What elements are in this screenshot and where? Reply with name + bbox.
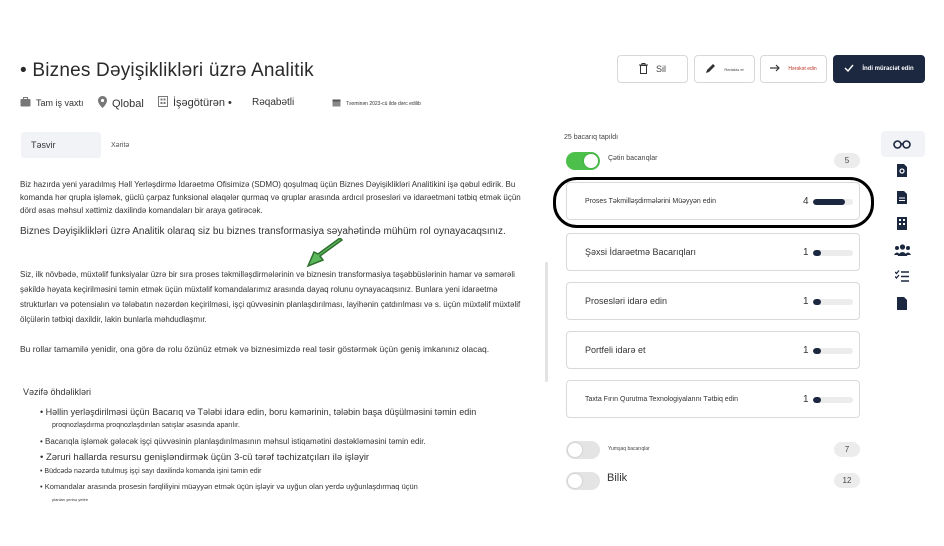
people-icon[interactable] xyxy=(892,242,912,258)
edit-button[interactable]: Redaktə et xyxy=(694,55,755,83)
hard-skills-toggle[interactable] xyxy=(566,152,600,170)
skill-count: 1 xyxy=(803,344,809,356)
tab-description[interactable]: Təsvir xyxy=(21,132,101,158)
soft-skills-toggle[interactable] xyxy=(566,441,600,459)
skill-card[interactable]: Prosesləri idarə edin 1 xyxy=(566,282,860,320)
briefcase-icon xyxy=(20,97,31,109)
glasses-icon[interactable] xyxy=(892,136,912,152)
tab-map[interactable]: Xəritə xyxy=(111,132,129,158)
checklist-icon[interactable] xyxy=(892,268,912,284)
skill-label: Şəxsi İdarəetmə Bacarıqları xyxy=(585,247,697,257)
description-paragraph: Siz, ilk növbədə, müxtəlif funksiyalar ü… xyxy=(20,270,521,324)
list-item: proqnozlaşdırma proqnozlaşdırılan satışl… xyxy=(52,422,240,429)
list-item: planları yerinə yetirir xyxy=(52,497,89,502)
page-title: • Biznes Dəyişiklikləri üzrə Analitik xyxy=(20,60,314,81)
skill-label: Taxta Fırın Qurutma Texnologiyalarını Tə… xyxy=(585,395,739,403)
salary: Rəqabətli xyxy=(252,97,295,108)
description-paragraph: Biznes Dəyişiklikləri üzrə Analitik olar… xyxy=(20,226,506,237)
skill-card[interactable]: Şəxsi İdarəetmə Bacarıqları 1 xyxy=(566,233,860,271)
skill-label: Portfeli idarə et xyxy=(585,345,646,355)
arrow-pointer-icon xyxy=(306,237,346,275)
soft-skills-label: Yumşaq bacarıqlar xyxy=(608,446,650,452)
skills-found-count: 25 bacarıq tapıldı xyxy=(564,134,619,141)
trash-icon xyxy=(638,62,648,76)
list-item: • Həllin yerləşdirilməsi üçün Bacarıq və… xyxy=(40,407,477,417)
skill-level-bar xyxy=(813,299,853,305)
skill-level-bar xyxy=(813,250,853,256)
apply-now-button[interactable]: İndi müraciət edin xyxy=(833,55,925,83)
employer: İşəgötürən • xyxy=(158,96,232,110)
building-icon[interactable] xyxy=(892,215,912,231)
map-pin-icon xyxy=(98,96,107,111)
skill-level-bar xyxy=(813,397,853,403)
skill-count: 1 xyxy=(803,393,809,405)
skill-card[interactable]: Taxta Fırın Qurutma Texnologiyalarını Tə… xyxy=(566,380,860,418)
skill-count: 1 xyxy=(803,295,809,307)
skill-level-bar xyxy=(813,348,853,354)
knowledge-label: Bilik xyxy=(607,472,628,484)
pencil-icon xyxy=(705,63,716,75)
building-icon xyxy=(158,96,168,110)
move-button[interactable]: Hərəkət edin xyxy=(760,55,827,83)
skill-label: Prosesləri idarə edin xyxy=(585,296,668,306)
description-paragraph: Bu rollar tamamilə yenidir, ona görə də … xyxy=(20,344,490,354)
list-item: • Komandalar arasında prosesin fərqliliy… xyxy=(40,482,418,491)
list-item: • Bacarıqla işləmək gələcək işçi qüvvəsi… xyxy=(40,437,426,446)
highlight-annotation xyxy=(553,177,874,228)
list-item: • Büdcədə nəzərdə tutulmuş işçi sayı dax… xyxy=(40,468,262,475)
description-paragraph: Biz hazırda yeni yaradılmış Həll Yerləşd… xyxy=(20,180,521,215)
duties-title: Vəzifə öhdəlikləri xyxy=(23,387,92,397)
knowledge-count: 12 xyxy=(834,473,860,488)
posted-date: Təxminən 2023-cü ildə dərc edilib xyxy=(332,98,421,109)
job-type: Tam iş vaxtı xyxy=(20,97,84,109)
skill-count: 1 xyxy=(803,246,809,258)
list-item: • Zəruri hallarda resursu genişləndirmək… xyxy=(40,452,370,463)
soft-skills-count: 7 xyxy=(834,442,860,457)
scrollbar[interactable] xyxy=(545,262,548,382)
delete-button[interactable]: Sil xyxy=(617,55,688,83)
document-search-icon[interactable] xyxy=(892,162,912,178)
knowledge-toggle[interactable] xyxy=(566,472,600,490)
hard-skills-count: 5 xyxy=(834,153,860,168)
arrow-right-icon xyxy=(770,64,781,74)
location: Qlobal xyxy=(98,96,144,111)
hard-skills-label: Çətin bacarıqlar xyxy=(608,155,658,162)
document-icon[interactable] xyxy=(892,189,912,205)
check-icon xyxy=(844,64,854,74)
calendar-icon xyxy=(332,98,341,109)
file-icon[interactable] xyxy=(892,295,912,311)
skill-card[interactable]: Portfeli idarə et 1 xyxy=(566,331,860,369)
